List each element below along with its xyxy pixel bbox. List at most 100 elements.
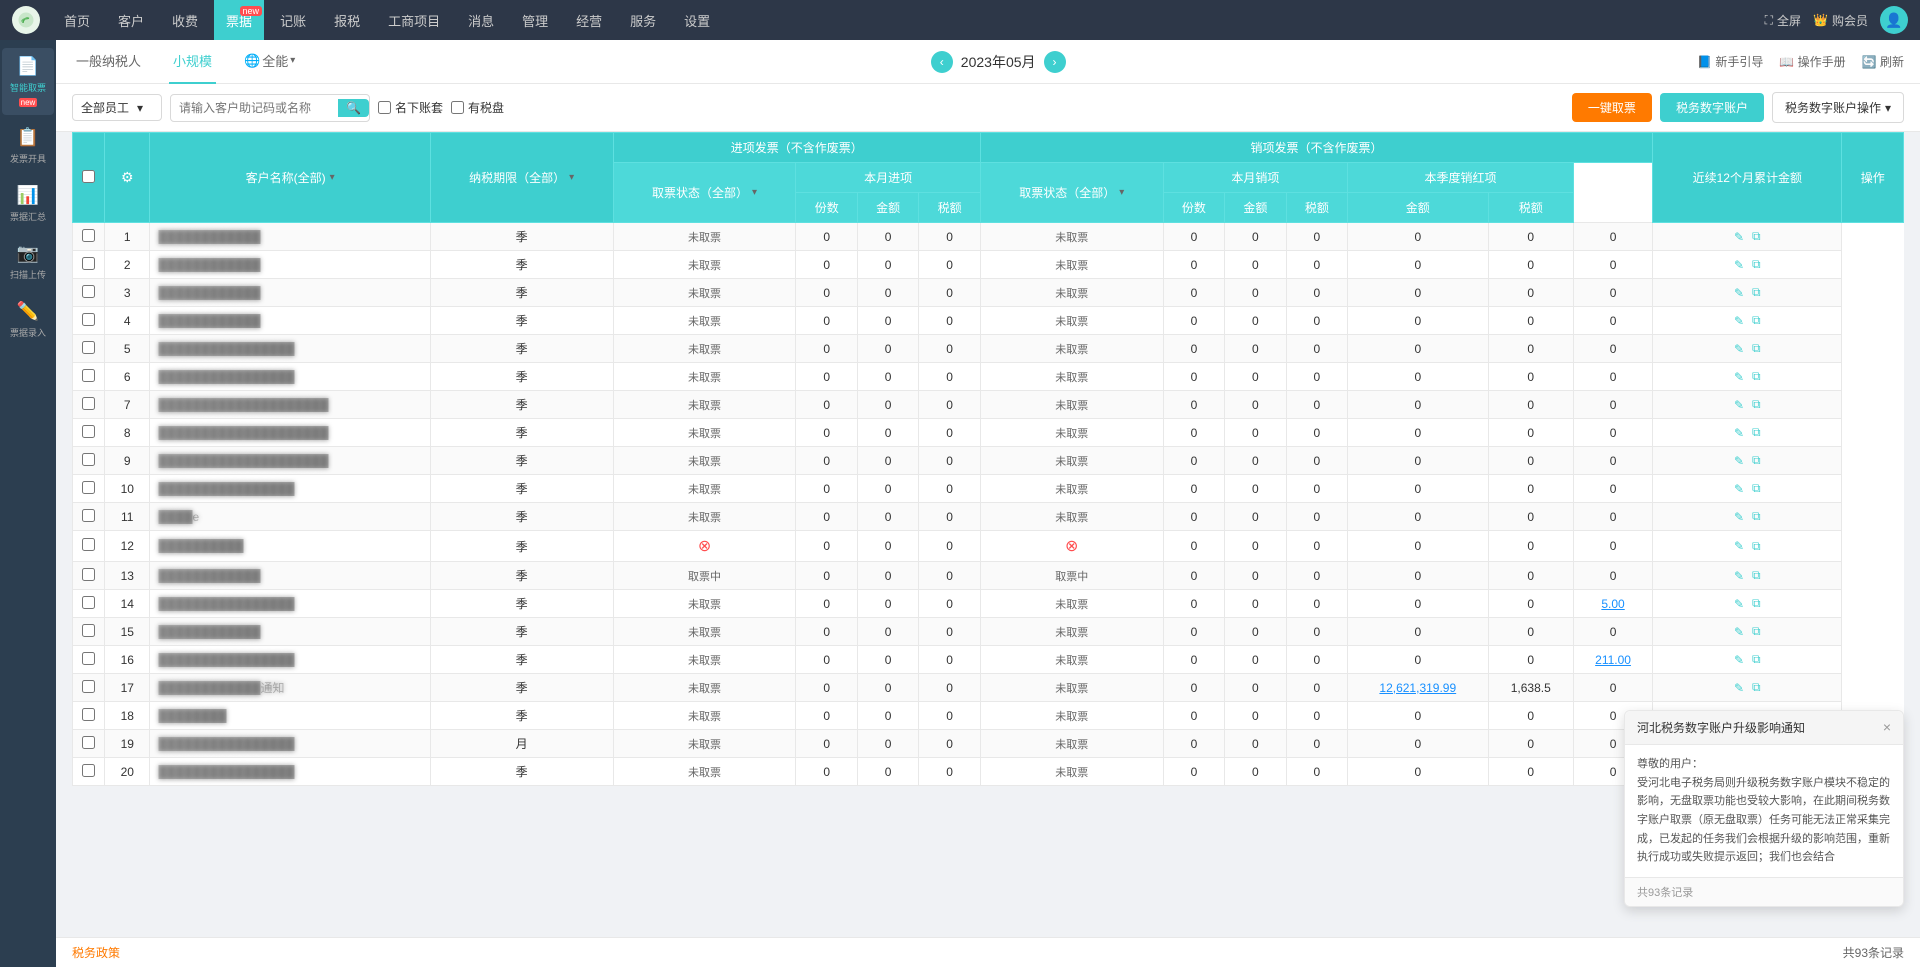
select-all-checkbox[interactable] xyxy=(82,170,95,183)
nav-home[interactable]: 首页 xyxy=(52,0,102,40)
tax-disk-checkbox[interactable] xyxy=(451,101,464,114)
row-checkbox[interactable] xyxy=(82,680,95,693)
nav-bookkeeping[interactable]: 记账 xyxy=(268,0,318,40)
row-checkbox[interactable] xyxy=(82,764,95,777)
copy-button[interactable]: ⧉ xyxy=(1752,229,1761,244)
edit-button[interactable]: ✎ xyxy=(1734,370,1744,384)
red-amount-link[interactable]: 12,621,319.99 xyxy=(1379,681,1456,695)
nav-management[interactable]: 管理 xyxy=(510,0,560,40)
row-checkbox[interactable] xyxy=(82,736,95,749)
settings-icon[interactable]: ⚙ xyxy=(121,169,134,185)
edit-button[interactable]: ✎ xyxy=(1734,342,1744,356)
copy-button[interactable]: ⧉ xyxy=(1752,257,1761,272)
copy-button[interactable]: ⧉ xyxy=(1752,313,1761,328)
copy-button[interactable]: ⧉ xyxy=(1752,624,1761,639)
row-checkbox[interactable] xyxy=(82,596,95,609)
nav-billing[interactable]: 收费 xyxy=(160,0,210,40)
copy-button[interactable]: ⧉ xyxy=(1752,680,1761,695)
copy-button[interactable]: ⧉ xyxy=(1752,568,1761,583)
copy-button[interactable]: ⧉ xyxy=(1752,369,1761,384)
fullscreen-button[interactable]: ⛶ 全屏 xyxy=(1765,12,1801,29)
copy-button[interactable]: ⧉ xyxy=(1752,652,1761,667)
edit-button[interactable]: ✎ xyxy=(1734,625,1744,639)
row-checkbox[interactable] xyxy=(82,369,95,382)
sidebar-item-invoice-entry[interactable]: ✏️ 票据录入 xyxy=(2,293,54,347)
row-checkbox[interactable] xyxy=(82,568,95,581)
sidebar-item-invoice-summary[interactable]: 📊 票据汇总 xyxy=(2,177,54,231)
one-click-fetch-button[interactable]: 一键取票 xyxy=(1572,93,1652,122)
edit-button[interactable]: ✎ xyxy=(1734,258,1744,272)
copy-button[interactable]: ⧉ xyxy=(1752,425,1761,440)
manual-button[interactable]: 📖 操作手册 xyxy=(1779,53,1845,70)
edit-button[interactable]: ✎ xyxy=(1734,482,1744,496)
nav-operation[interactable]: 经营 xyxy=(564,0,614,40)
copy-button[interactable]: ⧉ xyxy=(1752,481,1761,496)
filter-icon-fetchin[interactable]: ▾ xyxy=(752,187,757,198)
copy-button[interactable]: ⧉ xyxy=(1752,539,1761,554)
sidebar-item-smart-fetch[interactable]: 📄 智能取票 new xyxy=(2,48,54,115)
checkbox-has-tax-disk[interactable]: 有税盘 xyxy=(451,99,504,116)
copy-button[interactable]: ⧉ xyxy=(1752,285,1761,300)
row-checkbox[interactable] xyxy=(82,538,95,551)
search-button[interactable]: 🔍 xyxy=(338,99,369,117)
edit-button[interactable]: ✎ xyxy=(1734,454,1744,468)
edit-button[interactable]: ✎ xyxy=(1734,681,1744,695)
nav-tax[interactable]: 报税 xyxy=(322,0,372,40)
copy-button[interactable]: ⧉ xyxy=(1752,397,1761,412)
row-checkbox[interactable] xyxy=(82,652,95,665)
refresh-button[interactable]: 🔄 刷新 xyxy=(1862,53,1904,70)
guide-button[interactable]: 📘 新手引导 xyxy=(1697,53,1763,70)
row-checkbox[interactable] xyxy=(82,453,95,466)
edit-button[interactable]: ✎ xyxy=(1734,597,1744,611)
edit-button[interactable]: ✎ xyxy=(1734,230,1744,244)
edit-button[interactable]: ✎ xyxy=(1734,314,1744,328)
filter-icon-fetchout[interactable]: ▾ xyxy=(1119,187,1124,198)
edit-button[interactable]: ✎ xyxy=(1734,426,1744,440)
edit-button[interactable]: ✎ xyxy=(1734,286,1744,300)
digital-account-ops-button[interactable]: 税务数字账户操作 ▾ xyxy=(1772,92,1904,123)
filter-icon[interactable]: ▾ xyxy=(330,172,335,183)
nav-settings[interactable]: 设置 xyxy=(672,0,722,40)
row-checkbox[interactable] xyxy=(82,425,95,438)
row-checkbox[interactable] xyxy=(82,341,95,354)
filter-icon-period[interactable]: ▾ xyxy=(569,172,574,183)
nav-client[interactable]: 客户 xyxy=(106,0,156,40)
employee-select[interactable]: 全部员工 ▾ xyxy=(72,94,162,121)
user-avatar[interactable]: 👤 xyxy=(1880,6,1908,34)
period-next-button[interactable]: › xyxy=(1044,51,1066,73)
copy-button[interactable]: ⧉ xyxy=(1752,453,1761,468)
row-checkbox[interactable] xyxy=(82,313,95,326)
digital-account-button[interactable]: 税务数字账户 xyxy=(1660,93,1764,122)
row-checkbox[interactable] xyxy=(82,229,95,242)
sidebar-item-invoice-open[interactable]: 📋 发票开具 xyxy=(2,119,54,173)
edit-button[interactable]: ✎ xyxy=(1734,510,1744,524)
search-input[interactable] xyxy=(179,101,334,115)
accumulate-link[interactable]: 211.00 xyxy=(1595,653,1631,667)
period-prev-button[interactable]: ‹ xyxy=(931,51,953,73)
edit-button[interactable]: ✎ xyxy=(1734,398,1744,412)
member-button[interactable]: 👑 购会员 xyxy=(1813,12,1868,29)
nav-invoice[interactable]: 票据 new xyxy=(214,0,264,40)
tab-general-taxpayer[interactable]: 一般纳税人 xyxy=(72,40,145,84)
accumulate-link[interactable]: 5.00 xyxy=(1601,597,1624,611)
sidebar-item-scan-upload[interactable]: 📷 扫描上传 xyxy=(2,235,54,289)
edit-button[interactable]: ✎ xyxy=(1734,653,1744,667)
tab-small-scale[interactable]: 小规模 xyxy=(169,40,216,84)
checkbox-sub-account[interactable]: 名下账套 xyxy=(378,99,443,116)
row-checkbox[interactable] xyxy=(82,481,95,494)
notification-close-button[interactable]: × xyxy=(1883,719,1891,735)
nav-service[interactable]: 服务 xyxy=(618,0,668,40)
tab-all[interactable]: 🌐 全能 ▾ xyxy=(240,40,299,84)
tax-policy-link[interactable]: 税务政策 xyxy=(72,944,120,961)
nav-business[interactable]: 工商项目 xyxy=(376,0,452,40)
row-checkbox[interactable] xyxy=(82,397,95,410)
sub-account-checkbox[interactable] xyxy=(378,101,391,114)
copy-button[interactable]: ⧉ xyxy=(1752,596,1761,611)
row-checkbox[interactable] xyxy=(82,509,95,522)
row-checkbox[interactable] xyxy=(82,708,95,721)
nav-message[interactable]: 消息 xyxy=(456,0,506,40)
copy-button[interactable]: ⧉ xyxy=(1752,341,1761,356)
edit-button[interactable]: ✎ xyxy=(1734,539,1744,553)
copy-button[interactable]: ⧉ xyxy=(1752,509,1761,524)
row-checkbox[interactable] xyxy=(82,285,95,298)
